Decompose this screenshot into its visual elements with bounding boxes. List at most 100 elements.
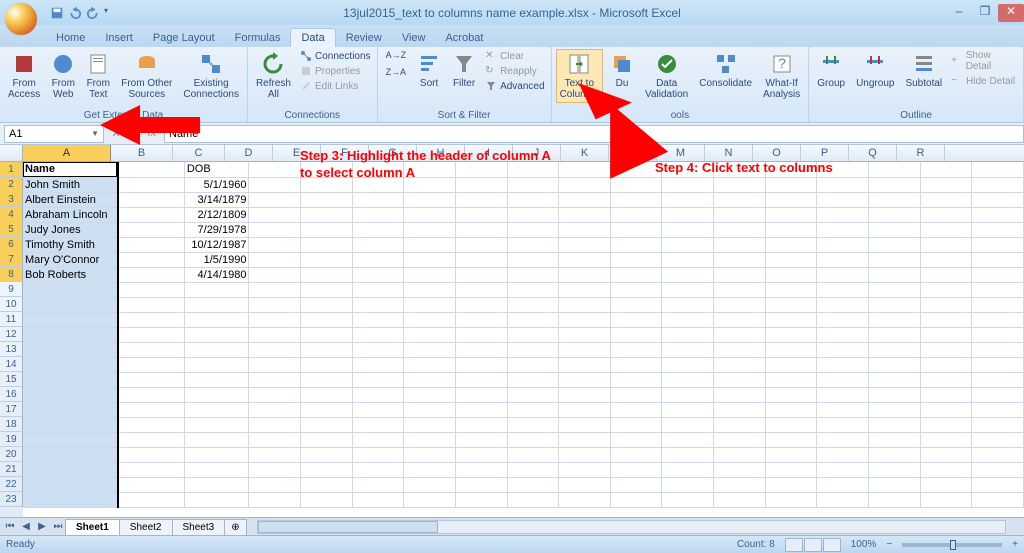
- cell-P5[interactable]: [868, 222, 920, 237]
- cell-R1[interactable]: [972, 162, 1024, 177]
- edit-links-button[interactable]: Edit Links: [298, 79, 373, 93]
- cell-L8[interactable]: [662, 267, 714, 282]
- name-box[interactable]: A1▼: [4, 125, 104, 143]
- cell-F7[interactable]: [352, 252, 404, 267]
- cell-M8[interactable]: [714, 267, 766, 282]
- consolidate-button[interactable]: Consolidate: [695, 49, 756, 92]
- cell-M23[interactable]: [714, 492, 766, 507]
- office-button[interactable]: [4, 0, 42, 25]
- cell-P7[interactable]: [868, 252, 920, 267]
- cell-C10[interactable]: [184, 297, 249, 312]
- insert-sheet-button[interactable]: ⊕: [224, 519, 246, 535]
- cell-C12[interactable]: [184, 327, 249, 342]
- cell-B19[interactable]: [118, 432, 185, 447]
- cell-L22[interactable]: [662, 477, 714, 492]
- cell-D11[interactable]: [249, 312, 301, 327]
- cell-I3[interactable]: [507, 192, 559, 207]
- cell-Q22[interactable]: [920, 477, 972, 492]
- cell-H4[interactable]: [455, 207, 507, 222]
- cell-K18[interactable]: [610, 417, 662, 432]
- cell-Q6[interactable]: [920, 237, 972, 252]
- zoom-out-button[interactable]: −: [886, 539, 892, 550]
- cell-D18[interactable]: [249, 417, 301, 432]
- cell-K12[interactable]: [610, 327, 662, 342]
- cell-N17[interactable]: [765, 402, 817, 417]
- cell-A6[interactable]: Timothy Smith: [23, 237, 118, 252]
- cell-F8[interactable]: [352, 267, 404, 282]
- cell-C22[interactable]: [184, 477, 249, 492]
- cell-O15[interactable]: [817, 372, 869, 387]
- cell-A12[interactable]: [23, 327, 118, 342]
- cell-A5[interactable]: Judy Jones: [23, 222, 118, 237]
- cell-H20[interactable]: [455, 447, 507, 462]
- cell-F20[interactable]: [352, 447, 404, 462]
- cell-O12[interactable]: [817, 327, 869, 342]
- cell-J6[interactable]: [559, 237, 611, 252]
- cell-L13[interactable]: [662, 342, 714, 357]
- cell-D6[interactable]: [249, 237, 301, 252]
- cell-F11[interactable]: [352, 312, 404, 327]
- cell-G3[interactable]: [404, 192, 456, 207]
- cell-G12[interactable]: [404, 327, 456, 342]
- cell-L21[interactable]: [662, 462, 714, 477]
- row-header-9[interactable]: 9: [0, 282, 23, 297]
- row-header-21[interactable]: 21: [0, 462, 23, 477]
- cell-Q18[interactable]: [920, 417, 972, 432]
- cell-K20[interactable]: [610, 447, 662, 462]
- cell-F23[interactable]: [352, 492, 404, 507]
- cell-R2[interactable]: [972, 177, 1024, 192]
- cell-A4[interactable]: Abraham Lincoln: [23, 207, 118, 222]
- ungroup-button[interactable]: Ungroup: [852, 49, 898, 92]
- cell-Q3[interactable]: [920, 192, 972, 207]
- cell-C23[interactable]: [184, 492, 249, 507]
- row-header-20[interactable]: 20: [0, 447, 23, 462]
- cell-D19[interactable]: [249, 432, 301, 447]
- cell-C2[interactable]: 5/1/1960: [184, 177, 249, 192]
- cell-H12[interactable]: [455, 327, 507, 342]
- cell-Q1[interactable]: [920, 162, 972, 177]
- cell-N5[interactable]: [765, 222, 817, 237]
- cell-A7[interactable]: Mary O'Connor: [23, 252, 118, 267]
- cell-B7[interactable]: [118, 252, 185, 267]
- cell-B8[interactable]: [118, 267, 185, 282]
- cell-G4[interactable]: [404, 207, 456, 222]
- column-header-Q[interactable]: Q: [849, 145, 897, 161]
- cell-H18[interactable]: [455, 417, 507, 432]
- cell-Q10[interactable]: [920, 297, 972, 312]
- cell-E14[interactable]: [301, 357, 353, 372]
- cell-I14[interactable]: [507, 357, 559, 372]
- cell-O22[interactable]: [817, 477, 869, 492]
- cell-A1[interactable]: Name: [23, 162, 118, 177]
- cell-L18[interactable]: [662, 417, 714, 432]
- cell-J4[interactable]: [559, 207, 611, 222]
- row-header-17[interactable]: 17: [0, 402, 23, 417]
- cell-A22[interactable]: [23, 477, 118, 492]
- row-header-12[interactable]: 12: [0, 327, 23, 342]
- cell-B12[interactable]: [118, 327, 185, 342]
- cell-C18[interactable]: [184, 417, 249, 432]
- cell-D4[interactable]: [249, 207, 301, 222]
- cell-B23[interactable]: [118, 492, 185, 507]
- cell-P13[interactable]: [868, 342, 920, 357]
- show-detail-button[interactable]: +Show Detail: [949, 49, 1019, 73]
- sheet-last-icon[interactable]: ⏭: [50, 521, 66, 532]
- cell-P4[interactable]: [868, 207, 920, 222]
- cell-C7[interactable]: 1/5/1990: [184, 252, 249, 267]
- cell-J15[interactable]: [559, 372, 611, 387]
- cell-C5[interactable]: 7/29/1978: [184, 222, 249, 237]
- cell-G22[interactable]: [404, 477, 456, 492]
- cell-P2[interactable]: [868, 177, 920, 192]
- cell-B2[interactable]: [118, 177, 185, 192]
- cell-D21[interactable]: [249, 462, 301, 477]
- cell-O18[interactable]: [817, 417, 869, 432]
- cell-C14[interactable]: [184, 357, 249, 372]
- cell-O23[interactable]: [817, 492, 869, 507]
- cell-B9[interactable]: [118, 282, 185, 297]
- cell-D8[interactable]: [249, 267, 301, 282]
- cell-C9[interactable]: [184, 282, 249, 297]
- cell-F15[interactable]: [352, 372, 404, 387]
- cell-O16[interactable]: [817, 387, 869, 402]
- cell-G9[interactable]: [404, 282, 456, 297]
- cell-Q15[interactable]: [920, 372, 972, 387]
- horizontal-scrollbar[interactable]: [257, 520, 1006, 534]
